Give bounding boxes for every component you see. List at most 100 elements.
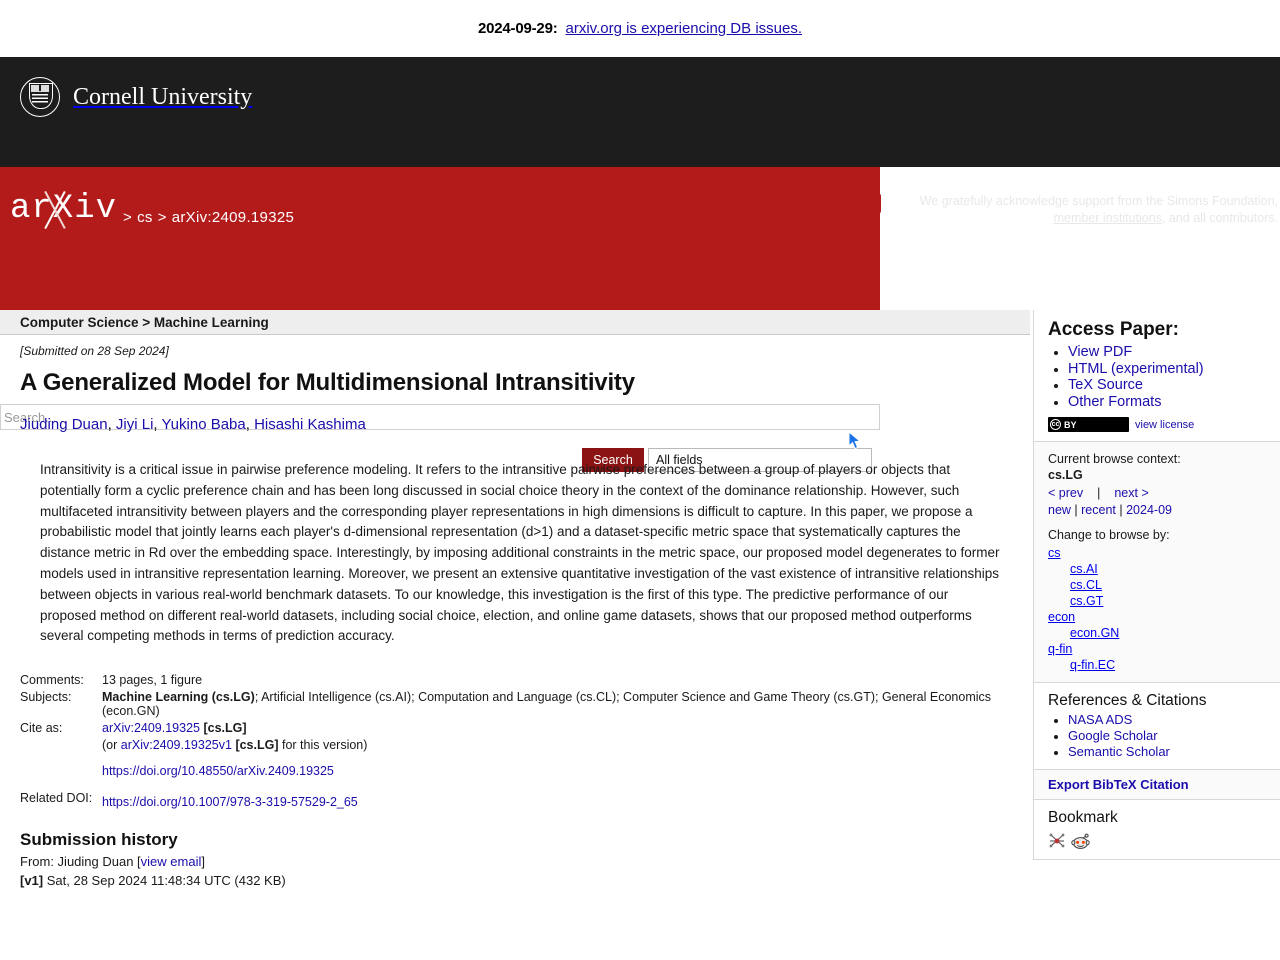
tex-source-link[interactable]: TeX Source: [1068, 377, 1143, 393]
new-listing-link[interactable]: new: [1048, 503, 1071, 517]
bibsonomy-glyph: [1049, 833, 1065, 848]
version-suffix: for this version): [278, 738, 368, 753]
table-row: Comments: 13 pages, 1 figure: [20, 673, 1012, 690]
author-sep: ,: [107, 416, 116, 433]
sidebar: Access Paper: View PDF HTML (experimenta…: [1033, 310, 1280, 860]
access-paper-block: Access Paper: View PDF HTML (experimenta…: [1034, 310, 1280, 442]
browse-group-sub: cs.CL: [1048, 577, 1270, 593]
other-formats-link[interactable]: Other Formats: [1068, 394, 1161, 410]
table-row: https://doi.org/10.48550/arXiv.2409.1932…: [20, 755, 1012, 781]
from-prefix: From: Jiuding Duan [: [20, 854, 141, 870]
subjects-value: Machine Learning (cs.LG); Artificial Int…: [102, 690, 1012, 721]
author-link[interactable]: Yukino Baba: [162, 416, 246, 433]
view-license-link[interactable]: view license: [1135, 419, 1194, 431]
related-doi-label: Related DOI:: [20, 791, 93, 806]
list-item: TeX Source: [1068, 377, 1270, 394]
browse-qfin-ec-link[interactable]: q-fin.EC: [1070, 658, 1115, 672]
page-title: A Generalized Model for Multidimensional…: [20, 369, 635, 396]
reddit-glyph: [1071, 833, 1090, 849]
browse-group-top: q-fin: [1048, 641, 1270, 657]
table-row: Cite as: arXiv:2409.19325 [cs.LG]: [20, 721, 1012, 738]
bibsonomy-icon[interactable]: [1048, 832, 1066, 850]
html-experimental-link[interactable]: HTML (experimental): [1068, 361, 1204, 377]
prev-paper-link[interactable]: < prev: [1048, 486, 1083, 500]
browse-econ-gn-link[interactable]: econ.GN: [1070, 626, 1119, 640]
export-bibtex-block: Export BibTeX Citation: [1034, 770, 1280, 800]
next-paper-link[interactable]: next >: [1114, 486, 1148, 500]
browse-by-list: cs cs.AI cs.CL cs.GT econ econ.GN q-fin …: [1048, 545, 1270, 673]
support-prefix: We gratefully acknowledge support from t…: [919, 194, 1278, 208]
authors-list: Jiuding Duan, Jiyi Li, Yukino Baba, Hisa…: [20, 416, 1012, 433]
list-item: Semantic Scholar: [1068, 744, 1270, 760]
cornell-home-link[interactable]: Cornell University: [20, 77, 252, 117]
browse-group-top: cs: [1048, 545, 1270, 561]
status-banner-date: 2024-09-29:: [477, 20, 558, 37]
breadcrumb-archive-link[interactable]: cs: [137, 209, 153, 226]
view-email-link[interactable]: view email: [141, 854, 202, 869]
cornell-university-bar: Cornell University Donate We gratefully …: [0, 57, 1280, 225]
browse-cs-link[interactable]: cs: [1048, 546, 1061, 560]
table-row: (or arXiv:2409.19325v1 [cs.LG] for this …: [20, 738, 1012, 755]
month-listing-link[interactable]: 2024-09: [1126, 503, 1172, 517]
author-link[interactable]: Jiyi Li: [116, 416, 154, 433]
reddit-icon[interactable]: [1071, 832, 1090, 850]
member-institutions-link[interactable]: member institutions: [1054, 211, 1162, 225]
abstract-text: Intransitivity is a critical issue in pa…: [40, 462, 1000, 644]
references-heading: References & Citations: [1048, 692, 1207, 709]
browse-group-sub: econ.GN: [1048, 625, 1270, 641]
submission-history-heading: Submission history: [20, 830, 178, 850]
seal-bars-decoration: [32, 94, 48, 105]
list-item: View PDF: [1068, 344, 1270, 361]
browse-cs-gt-link[interactable]: cs.GT: [1070, 594, 1103, 608]
browse-qfin-link[interactable]: q-fin: [1048, 642, 1072, 656]
references-citations-block: References & Citations NASA ADS Google S…: [1034, 683, 1280, 770]
browse-cs-ai-link[interactable]: cs.AI: [1070, 562, 1098, 576]
by-glyph: BY: [1064, 419, 1077, 430]
browse-group-top: econ: [1048, 609, 1270, 625]
author-link[interactable]: Hisashi Kashima: [254, 416, 366, 433]
version-line: (or arXiv:2409.19325v1 [cs.LG] for this …: [102, 738, 1012, 755]
creative-commons-icon: cc BY: [1048, 417, 1129, 432]
breadcrumb: > cs > arXiv:2409.19325: [110, 209, 294, 230]
breadcrumb-sep-1: >: [123, 209, 133, 226]
nasa-ads-link[interactable]: NASA ADS: [1068, 712, 1132, 727]
related-doi-link[interactable]: https://doi.org/10.1007/978-3-319-57529-…: [102, 795, 358, 809]
spacer-cell: [20, 738, 102, 755]
view-pdf-link[interactable]: View PDF: [1068, 344, 1132, 360]
bookmark-block: Bookmark: [1034, 800, 1280, 860]
list-item: HTML (experimental): [1068, 361, 1270, 378]
google-scholar-link[interactable]: Google Scholar: [1068, 728, 1158, 743]
status-banner-message-link[interactable]: arxiv.org is experiencing DB issues.: [566, 20, 802, 37]
comments-label: Comments:: [20, 673, 84, 688]
bookmark-icon-row: [1048, 832, 1270, 850]
export-bibtex-link[interactable]: Export BibTeX Citation: [1048, 777, 1189, 792]
doi-link[interactable]: https://doi.org/10.48550/arXiv.2409.1932…: [102, 764, 334, 778]
browse-context-label: Current browse context:: [1048, 452, 1181, 466]
arxiv-version-link[interactable]: arXiv:2409.19325v1: [121, 738, 232, 752]
cite-as-category: [cs.LG]: [203, 721, 247, 736]
version-tag: [v1]: [20, 873, 44, 889]
browse-econ-link[interactable]: econ: [1048, 610, 1075, 624]
arxiv-logo[interactable]: arXiv: [10, 190, 116, 230]
related-doi-value: https://doi.org/10.1007/978-3-319-57529-…: [102, 781, 1012, 812]
arxiv-id-link[interactable]: arXiv:2409.19325: [102, 721, 200, 735]
table-row: Subjects: Machine Learning (cs.LG); Arti…: [20, 690, 1012, 721]
list-item: Google Scholar: [1068, 728, 1270, 744]
recent-listing-link[interactable]: recent: [1081, 503, 1116, 517]
semantic-scholar-link[interactable]: Semantic Scholar: [1068, 744, 1170, 759]
support-suffix: , and all contributors.: [1161, 211, 1278, 225]
cite-as-label: Cite as:: [20, 721, 63, 736]
from-suffix: ]: [201, 854, 205, 870]
prev-next-separator: |: [1097, 486, 1101, 500]
browse-group-sub: q-fin.EC: [1048, 657, 1270, 673]
version-category: [cs.LG]: [235, 738, 279, 753]
license-row: cc BY view license: [1048, 417, 1270, 432]
list-item: NASA ADS: [1068, 712, 1270, 728]
list-item: Other Formats: [1068, 394, 1270, 411]
doi-value: https://doi.org/10.48550/arXiv.2409.1932…: [102, 755, 1012, 781]
status-banner: 2024-09-29: arxiv.org is experiencing DB…: [0, 0, 1280, 57]
browse-group-sub: cs.AI: [1048, 561, 1270, 577]
author-link[interactable]: Jiuding Duan: [20, 416, 108, 433]
browse-context-block: Current browse context: cs.LG < prev | nex…: [1034, 442, 1280, 683]
browse-cs-cl-link[interactable]: cs.CL: [1070, 578, 1102, 592]
